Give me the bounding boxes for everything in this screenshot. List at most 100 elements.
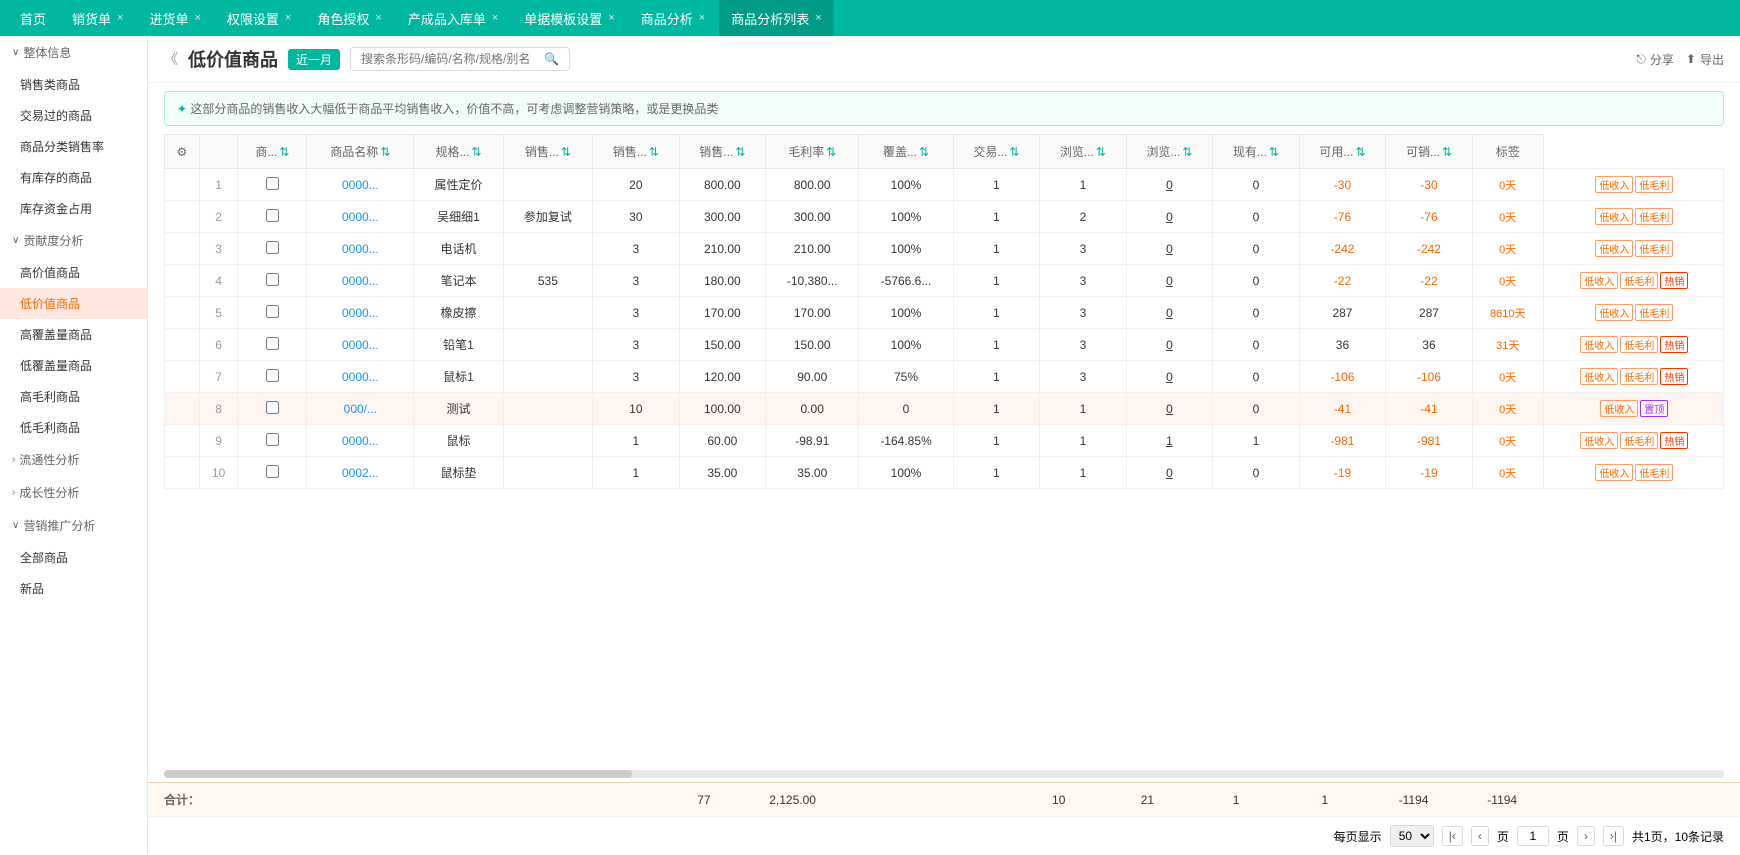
nav-item-进货单[interactable]: 进货单× xyxy=(137,0,212,36)
next-page-button[interactable]: › xyxy=(1577,826,1595,846)
row-checkbox[interactable] xyxy=(266,305,279,318)
nav-item-权限设置[interactable]: 权限设置× xyxy=(215,0,303,36)
col-header-code[interactable]: 商...⇅ xyxy=(238,135,307,169)
sidebar-item-低覆盖量商品[interactable]: 低覆盖量商品 xyxy=(0,350,147,381)
sidebar-item-低价值商品[interactable]: 低价值商品 xyxy=(0,288,147,319)
view1-link[interactable]: 1 xyxy=(1166,434,1173,448)
view1-link[interactable]: 0 xyxy=(1166,306,1173,320)
checkbox-cell xyxy=(238,329,307,361)
export-button[interactable]: ⬆ 导出 xyxy=(1686,51,1724,68)
sidebar-item-高毛利商品[interactable]: 高毛利商品 xyxy=(0,381,147,412)
nav-item-产成品入库单[interactable]: 产成品入库单× xyxy=(396,0,510,36)
nav-item-商品分析[interactable]: 商品分析× xyxy=(629,0,717,36)
col-header-available[interactable]: 可用...⇅ xyxy=(1299,135,1386,169)
sidebar-group-营销推广分析[interactable]: ∨ 营销推广分析 xyxy=(0,509,147,542)
col-header-gross_rate[interactable]: 毛利率⇅ xyxy=(766,135,859,169)
collapse-button[interactable]: 《 xyxy=(164,49,178,69)
sidebar-item-低毛利商品[interactable]: 低毛利商品 xyxy=(0,412,147,443)
row-checkbox[interactable] xyxy=(266,369,279,382)
sidebar-group-成长性分析[interactable]: › 成长性分析 xyxy=(0,476,147,509)
row-checkbox[interactable] xyxy=(266,241,279,254)
current-stock-cell: 36 xyxy=(1299,329,1386,361)
view1-link[interactable]: 0 xyxy=(1166,178,1173,192)
nav-close-icon[interactable]: × xyxy=(375,12,381,24)
nav-item-单据模板设置[interactable]: 单据模板设置× xyxy=(512,0,626,36)
col-header-name[interactable]: 商品名称⇅ xyxy=(307,135,414,169)
page-input[interactable] xyxy=(1517,826,1549,846)
view1-link[interactable]: 0 xyxy=(1166,242,1173,256)
nav-close-icon[interactable]: × xyxy=(285,12,291,24)
nav-close-icon[interactable]: × xyxy=(492,12,498,24)
checkbox-cell xyxy=(238,361,307,393)
nav-close-icon[interactable]: × xyxy=(815,12,821,24)
view1-cell[interactable]: 1 xyxy=(1126,425,1213,457)
col-header-spec[interactable]: 规格...⇅ xyxy=(414,135,503,169)
view1-cell[interactable]: 0 xyxy=(1126,393,1213,425)
nav-close-icon[interactable]: × xyxy=(194,12,200,24)
name-cell: 橡皮擦 xyxy=(414,297,503,329)
per-page-select[interactable]: 50 xyxy=(1390,825,1434,847)
nav-close-icon[interactable]: × xyxy=(699,12,705,24)
row-checkbox[interactable] xyxy=(266,177,279,190)
sidebar-item-库存资金占用[interactable]: 库存资金占用 xyxy=(0,193,147,224)
view1-link[interactable]: 0 xyxy=(1166,274,1173,288)
view1-cell[interactable]: 0 xyxy=(1126,233,1213,265)
view1-cell[interactable]: 0 xyxy=(1126,297,1213,329)
view1-link[interactable]: 0 xyxy=(1166,402,1173,416)
row-checkbox[interactable] xyxy=(266,465,279,478)
scroll-bar[interactable] xyxy=(164,770,1724,778)
col-header-view2[interactable]: 浏览...⇅ xyxy=(1126,135,1213,169)
col-header-sales_price[interactable]: 销售...⇅ xyxy=(593,135,680,169)
col-header-view1[interactable]: 浏览...⇅ xyxy=(1040,135,1127,169)
share-button[interactable]: ⎋ 分享 xyxy=(1636,51,1674,68)
sidebar-item-高覆盖量商品[interactable]: 高覆盖量商品 xyxy=(0,319,147,350)
col-header-sales_qty[interactable]: 销售...⇅ xyxy=(503,135,592,169)
view1-link[interactable]: 0 xyxy=(1166,466,1173,480)
col-header-current_stock[interactable]: 现有...⇅ xyxy=(1213,135,1300,169)
sidebar-group-整体信息[interactable]: ∨ 整体信息 xyxy=(0,36,147,69)
row-checkbox[interactable] xyxy=(266,273,279,286)
search-icon[interactable]: 🔍 xyxy=(544,52,559,66)
nav-item-角色授权[interactable]: 角色授权× xyxy=(305,0,393,36)
view1-cell[interactable]: 0 xyxy=(1126,457,1213,489)
filter-tag[interactable]: 近一月 xyxy=(288,49,340,70)
sidebar-item-商品分类销售率[interactable]: 商品分类销售率 xyxy=(0,131,147,162)
sidebar-item-高价值商品[interactable]: 高价值商品 xyxy=(0,257,147,288)
prev-page-button[interactable]: ‹ xyxy=(1471,826,1489,846)
sidebar-item-交易过的商品[interactable]: 交易过的商品 xyxy=(0,100,147,131)
col-header-sales_amount[interactable]: 销售...⇅ xyxy=(679,135,766,169)
sort-icon: ⇅ xyxy=(1182,145,1192,159)
row-checkbox[interactable] xyxy=(266,401,279,414)
nav-item-商品分析列表[interactable]: 商品分析列表× xyxy=(719,0,833,36)
sidebar-item-新品[interactable]: 新品 xyxy=(0,573,147,604)
col-header-saleable[interactable]: 可销...⇅ xyxy=(1386,135,1473,169)
view1-cell[interactable]: 0 xyxy=(1126,265,1213,297)
sidebar-group-流通性分析[interactable]: › 流通性分析 xyxy=(0,443,147,476)
first-page-button[interactable]: |‹ xyxy=(1442,826,1463,846)
col-header-transaction[interactable]: 交易...⇅ xyxy=(953,135,1040,169)
view1-link[interactable]: 0 xyxy=(1166,338,1173,352)
sidebar-group-贡献度分析[interactable]: ∨ 贡献度分析 xyxy=(0,224,147,257)
nav-item-首页[interactable]: 首页 xyxy=(8,0,58,36)
view1-cell[interactable]: 0 xyxy=(1126,361,1213,393)
sidebar-item-有库存的商品[interactable]: 有库存的商品 xyxy=(0,162,147,193)
nav-item-销货单[interactable]: 销货单× xyxy=(60,0,135,36)
nav-close-icon[interactable]: × xyxy=(117,12,123,24)
view1-link[interactable]: 0 xyxy=(1166,370,1173,384)
row-checkbox[interactable] xyxy=(266,337,279,350)
last-page-button[interactable]: ›| xyxy=(1603,826,1624,846)
available-cell: -41 xyxy=(1386,393,1473,425)
col-header-coverage[interactable]: 覆盖...⇅ xyxy=(859,135,953,169)
view1-cell[interactable]: 0 xyxy=(1126,169,1213,201)
row-checkbox[interactable] xyxy=(266,209,279,222)
search-input[interactable] xyxy=(361,52,538,66)
sidebar-item-全部商品[interactable]: 全部商品 xyxy=(0,542,147,573)
view1-link[interactable]: 0 xyxy=(1166,210,1173,224)
tags-cell: 低收入置顶 xyxy=(1543,393,1723,425)
row-checkbox[interactable] xyxy=(266,433,279,446)
view1-cell[interactable]: 0 xyxy=(1126,329,1213,361)
scroll-bar-thumb[interactable] xyxy=(164,770,632,778)
view1-cell[interactable]: 0 xyxy=(1126,201,1213,233)
sidebar-item-销售类商品[interactable]: 销售类商品 xyxy=(0,69,147,100)
nav-close-icon[interactable]: × xyxy=(608,12,614,24)
